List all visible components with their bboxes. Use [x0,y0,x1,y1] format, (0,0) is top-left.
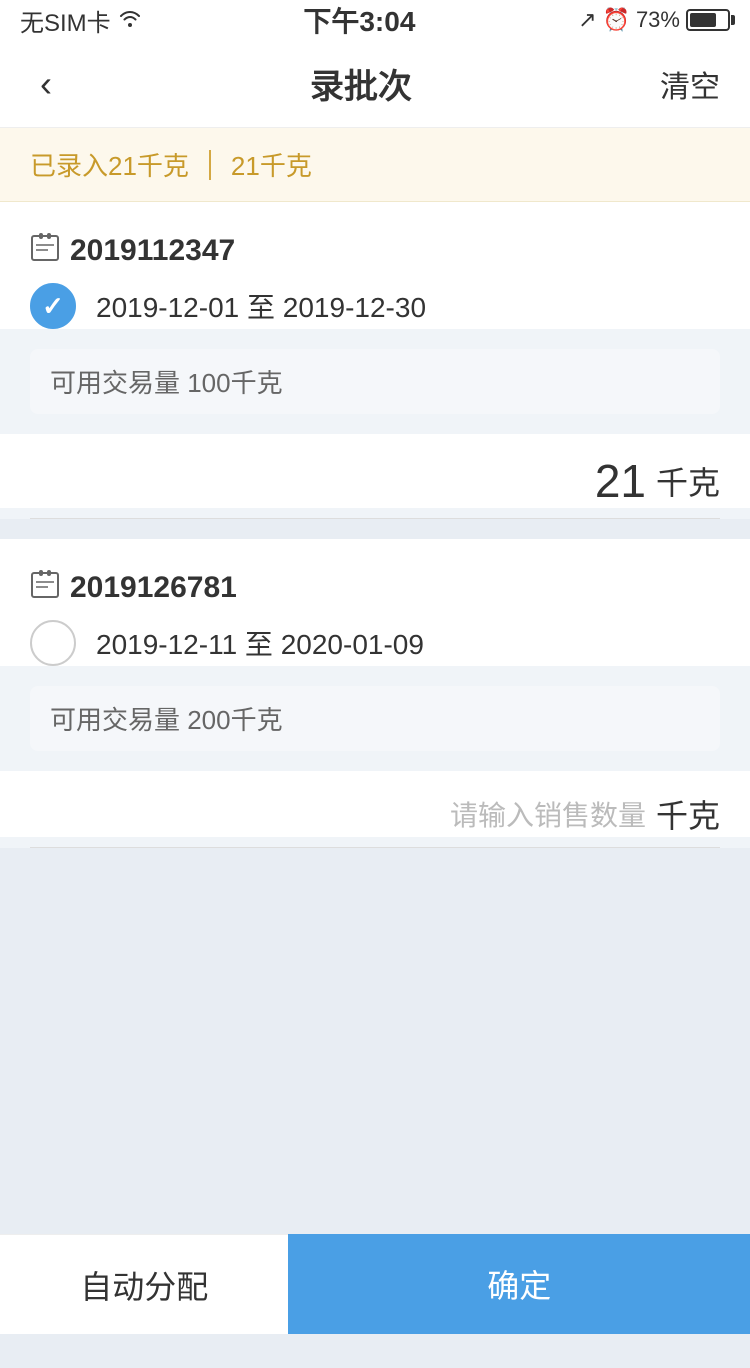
batch-icon-2 [30,569,60,606]
amount-value: 21千克 [231,146,312,183]
quantity-value-1: 21 [595,454,646,508]
back-button[interactable]: ‹ [30,53,62,115]
input-row-2: 请输入销售数量 千克 [0,771,750,837]
batch-header-2: 2019126781 [30,569,720,606]
time-display: 下午3:04 [303,0,415,40]
battery-percent: 73% [636,7,680,33]
quantity-row-1: 21 千克 [0,434,750,508]
battery-icon [686,9,730,31]
section-divider [0,519,750,539]
batch-id-2: 2019126781 [70,571,237,605]
auto-distribute-button[interactable]: 自动分配 [0,1234,288,1334]
location-icon: ↗ [578,7,596,33]
batch-date-2: 2019-12-11 至 2020-01-09 [96,623,424,663]
clear-button[interactable]: 清空 [660,62,720,106]
bottom-bar: 自动分配 确定 [0,1234,750,1334]
status-left: 无SIM卡 [20,3,141,38]
status-bar: 无SIM卡 下午3:04 ↗ ⏰ 73% [0,0,750,40]
page-title: 录批次 [310,59,412,108]
input-placeholder-2: 请输入销售数量 [450,794,646,834]
batch-item-2: 2019126781 2019-12-11 至 2020-01-09 [0,539,750,666]
wifi-icon [119,7,141,33]
available-text-2: 可用交易量 200千克 [50,705,283,735]
radio-1[interactable] [30,283,76,329]
status-right: ↗ ⏰ 73% [578,7,730,33]
carrier-text: 无SIM卡 [20,3,111,38]
confirm-button[interactable]: 确定 [288,1234,750,1334]
info-banner: 已录入21千克 21千克 [0,128,750,202]
recorded-amount: 已录入21千克 [30,146,189,183]
batch-row-2: 2019-12-11 至 2020-01-09 [30,620,720,666]
batch-date-1: 2019-12-01 至 2019-12-30 [96,286,426,326]
batch-header-1: 2019112347 [30,232,720,269]
batch-icon-1 [30,232,60,269]
nav-bar: ‹ 录批次 清空 [0,40,750,128]
batch-item-1: 2019112347 2019-12-01 至 2019-12-30 [0,202,750,329]
input-unit-2: 千克 [656,791,720,837]
available-tag-1: 可用交易量 100千克 [30,349,720,414]
batch-row-1: 2019-12-01 至 2019-12-30 [30,283,720,329]
batch-id-1: 2019112347 [70,234,235,268]
alarm-icon: ⏰ [603,7,630,33]
quantity-unit-1: 千克 [656,458,720,504]
available-text-1: 可用交易量 100千克 [50,368,283,398]
available-tag-2: 可用交易量 200千克 [30,686,720,751]
radio-2[interactable] [30,620,76,666]
banner-divider [209,150,211,180]
